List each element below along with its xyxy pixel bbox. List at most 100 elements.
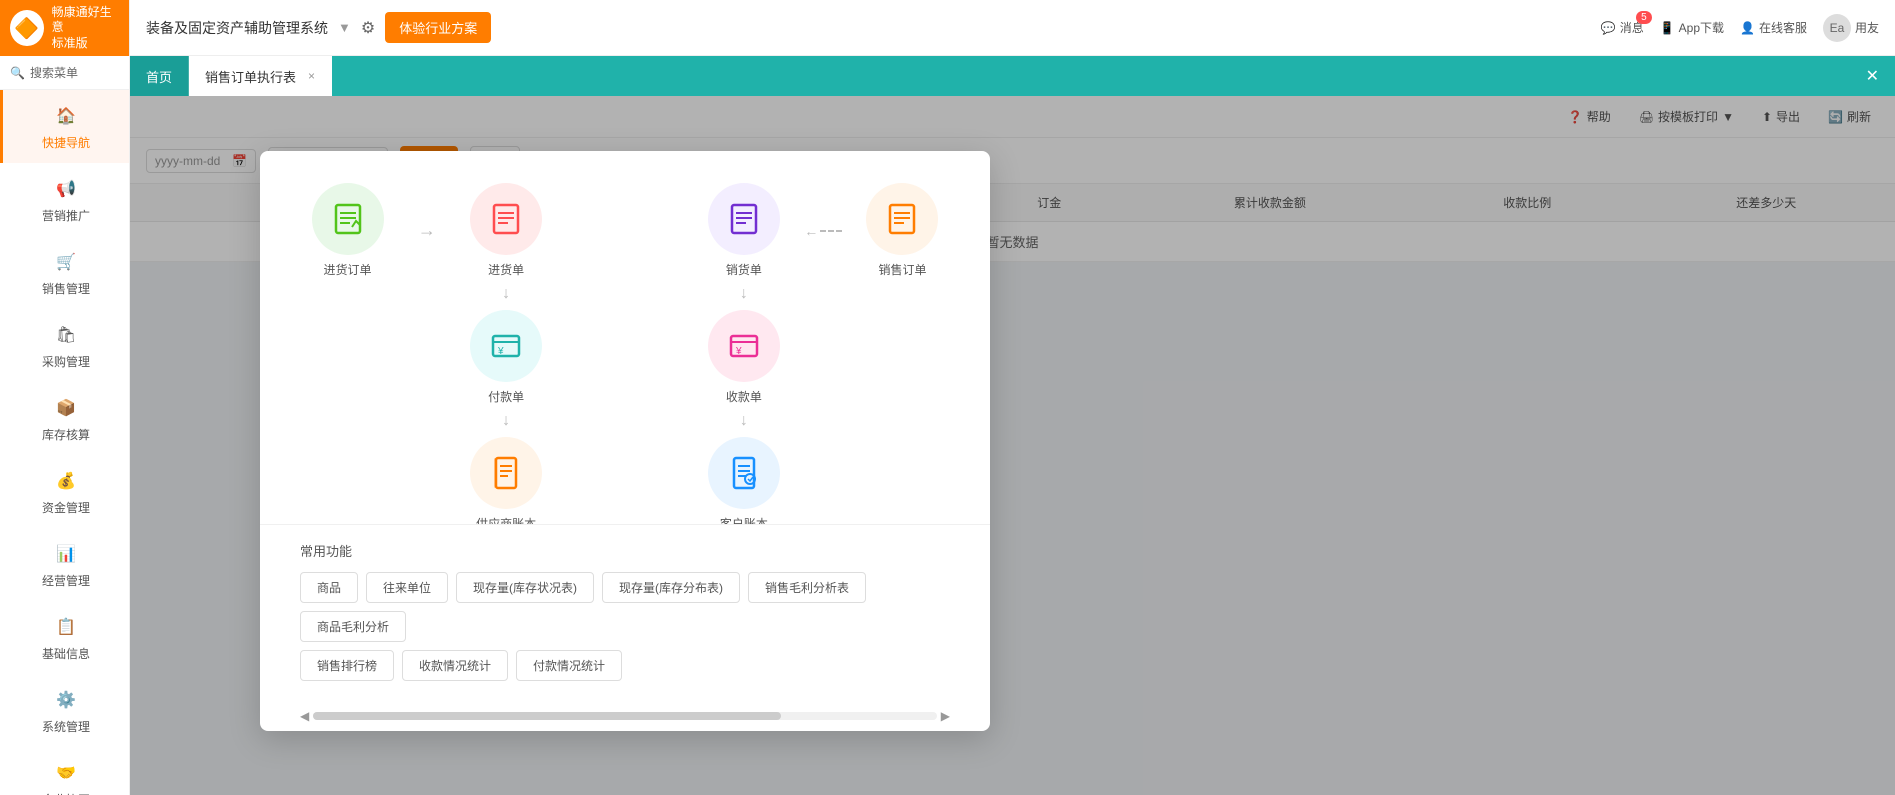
quick-nav-icon: 🏠 [52, 102, 80, 130]
sales-order-label: 销售订单 [878, 261, 926, 278]
system-title: 装备及固定资产辅助管理系统 [146, 18, 328, 38]
svg-text:¥: ¥ [497, 346, 504, 357]
operations-icon: 📊 [52, 540, 80, 568]
scroll-right-icon[interactable]: ▶ [941, 709, 950, 723]
v-arrow-row-1: ↓ ↓ [300, 278, 950, 310]
basic-info-icon: 📋 [52, 613, 80, 641]
inventory-icon: 📦 [52, 394, 80, 422]
scrollbar-thumb [313, 712, 781, 720]
message-badge: 5 [1636, 11, 1652, 24]
sales-order-node: 销售订单 [855, 183, 950, 278]
scrollbar-track[interactable] [313, 712, 937, 720]
arrow-1: → [395, 220, 458, 241]
topbar: 装备及固定资产辅助管理系统 ▼ ⚙ 体验行业方案 💬 消息 5 📱 App下载 … [130, 0, 1895, 56]
payment-bill-label: 付款单 [488, 388, 524, 405]
sidebar-item-sales[interactable]: 🛒 销售管理 [0, 236, 129, 309]
sales-tab-label: 销售订单执行表 [205, 67, 296, 86]
func-btn-stock-status[interactable]: 现存量(库存状况表) [456, 572, 594, 603]
sales-icon: 🛒 [52, 248, 80, 276]
func-btn-stock-dist[interactable]: 现存量(库存分布表) [602, 572, 740, 603]
online-service-action[interactable]: 👤 在线客服 [1740, 19, 1807, 36]
supplier-ledger-circle [470, 437, 542, 509]
common-functions-title: 常用功能 [300, 541, 950, 560]
sidebar-item-quick-nav[interactable]: 🏠 快捷导航 [0, 90, 129, 163]
sidebar-item-inventory[interactable]: 📦 库存核算 [0, 382, 129, 455]
search-menu[interactable]: 🔍 搜索菜单 [0, 56, 129, 90]
customer-ledger-node: 客户账本 [696, 437, 791, 524]
func-btn-payment-stats[interactable]: 付款情况统计 [516, 650, 622, 681]
func-buttons-row2: 销售排行榜 收款情况统计 付款情况统计 [300, 650, 950, 681]
tabbar: 首页 销售订单执行表 × ✕ [130, 56, 1895, 96]
sidebar: 🔶 畅康通好生意 标准版 🔍 搜索菜单 🏠 快捷导航 📢 营销推广 🛒 销售管理 [0, 0, 130, 795]
dashed-arrow-1: ← [791, 223, 854, 239]
system-icon: ⚙️ [52, 686, 80, 714]
modal-overlay[interactable]: 进货订单 → [130, 96, 1895, 795]
supplier-ledger-node: 供应商账本 [459, 437, 554, 524]
receipt-bill-node: ¥ 收款单 [696, 310, 791, 405]
avatar: Ea [1823, 14, 1851, 42]
home-tab-label: 首页 [146, 67, 172, 86]
flow-diagram: 进货订单 → [300, 183, 950, 524]
scroll-left-icon[interactable]: ◀ [300, 709, 309, 723]
purchase-order-label: 进货订单 [324, 261, 372, 278]
flow-row-1: 进货订单 → [300, 183, 950, 278]
search-icon: 🔍 [10, 66, 25, 80]
marketing-icon: 📢 [52, 175, 80, 203]
logo-icon: 🔶 [10, 10, 44, 46]
user-action[interactable]: Ea 用友 [1823, 14, 1879, 42]
payment-bill-node: ¥ 付款单 [459, 310, 554, 405]
sidebar-item-purchase[interactable]: 🛍 采购管理 [0, 309, 129, 382]
flow-modal: 进货订单 → [260, 151, 990, 731]
flow-modal-body: 进货订单 → [260, 151, 990, 524]
page-content: ❓ 帮助 🖨 按模板打印 ▼ ⬆ 导出 🔄 刷新 [130, 96, 1895, 795]
purchase-order-node: 进货订单 [300, 183, 395, 278]
receipt-bill-label: 收款单 [726, 388, 762, 405]
func-btn-partners[interactable]: 往来单位 [366, 572, 448, 603]
common-functions: 常用功能 商品 往来单位 现存量(库存状况表) 现存量(库存分布表) 销售毛利分… [260, 524, 990, 705]
app-download-action[interactable]: 📱 App下载 [1660, 19, 1724, 36]
finance-icon: 💰 [52, 467, 80, 495]
v-arrow-sales-bill: ↓ [696, 285, 791, 303]
sidebar-item-system[interactable]: ⚙️ 系统管理 [0, 674, 129, 747]
service-icon: 👤 [1740, 21, 1755, 35]
purchase-bill-label: 进货单 [488, 261, 524, 278]
sidebar-item-marketing[interactable]: 📢 营销推广 [0, 163, 129, 236]
tab-close-icon[interactable]: × [308, 69, 315, 83]
func-btn-sales-rank[interactable]: 销售排行榜 [300, 650, 394, 681]
sales-bill-label: 销货单 [726, 261, 762, 278]
purchase-bill-circle [470, 183, 542, 255]
tab-sales-execution[interactable]: 销售订单执行表 × [189, 56, 332, 96]
close-all-icon[interactable]: ✕ [1866, 66, 1879, 86]
purchase-icon: 🛍 [52, 321, 80, 349]
sidebar-item-finance[interactable]: 💰 资金管理 [0, 455, 129, 528]
func-buttons-row1: 商品 往来单位 现存量(库存状况表) 现存量(库存分布表) 销售毛利分析表 商品… [300, 572, 950, 642]
main-area: 装备及固定资产辅助管理系统 ▼ ⚙ 体验行业方案 💬 消息 5 📱 App下载 … [130, 0, 1895, 795]
v-arrow-receipt: ↓ [696, 412, 791, 430]
payment-bill-circle: ¥ [470, 310, 542, 382]
settings-icon[interactable]: ⚙ [361, 18, 375, 38]
flow-row-3: 供应商账本 客户账本 [300, 437, 950, 524]
dashed-arrow-left: ← [804, 223, 842, 239]
purchase-order-circle [312, 183, 384, 255]
experience-button[interactable]: 体验行业方案 [385, 12, 491, 43]
purchase-bill-node: 进货单 [459, 183, 554, 278]
enterprise-icon: 🤝 [52, 759, 80, 787]
func-btn-goods-profit[interactable]: 商品毛利分析 [300, 611, 406, 642]
sales-bill-circle [708, 183, 780, 255]
sidebar-item-basic-info[interactable]: 📋 基础信息 [0, 601, 129, 674]
func-btn-receipt-stats[interactable]: 收款情况统计 [402, 650, 508, 681]
message-action[interactable]: 💬 消息 5 [1601, 19, 1644, 36]
sidebar-item-operations[interactable]: 📊 经营管理 [0, 528, 129, 601]
download-icon: 📱 [1660, 21, 1675, 35]
sales-bill-node: 销货单 [696, 183, 791, 278]
svg-text:¥: ¥ [735, 346, 742, 357]
system-dropdown[interactable]: ▼ [338, 20, 351, 35]
tab-home[interactable]: 首页 [130, 56, 189, 96]
topbar-left: 装备及固定资产辅助管理系统 ▼ ⚙ 体验行业方案 [146, 12, 491, 43]
sales-order-circle [866, 183, 938, 255]
message-icon: 💬 [1601, 21, 1616, 35]
func-btn-sales-profit[interactable]: 销售毛利分析表 [748, 572, 866, 603]
receipt-bill-circle: ¥ [708, 310, 780, 382]
sidebar-item-enterprise[interactable]: 🤝 企业协同 [0, 747, 129, 795]
func-btn-goods[interactable]: 商品 [300, 572, 358, 603]
